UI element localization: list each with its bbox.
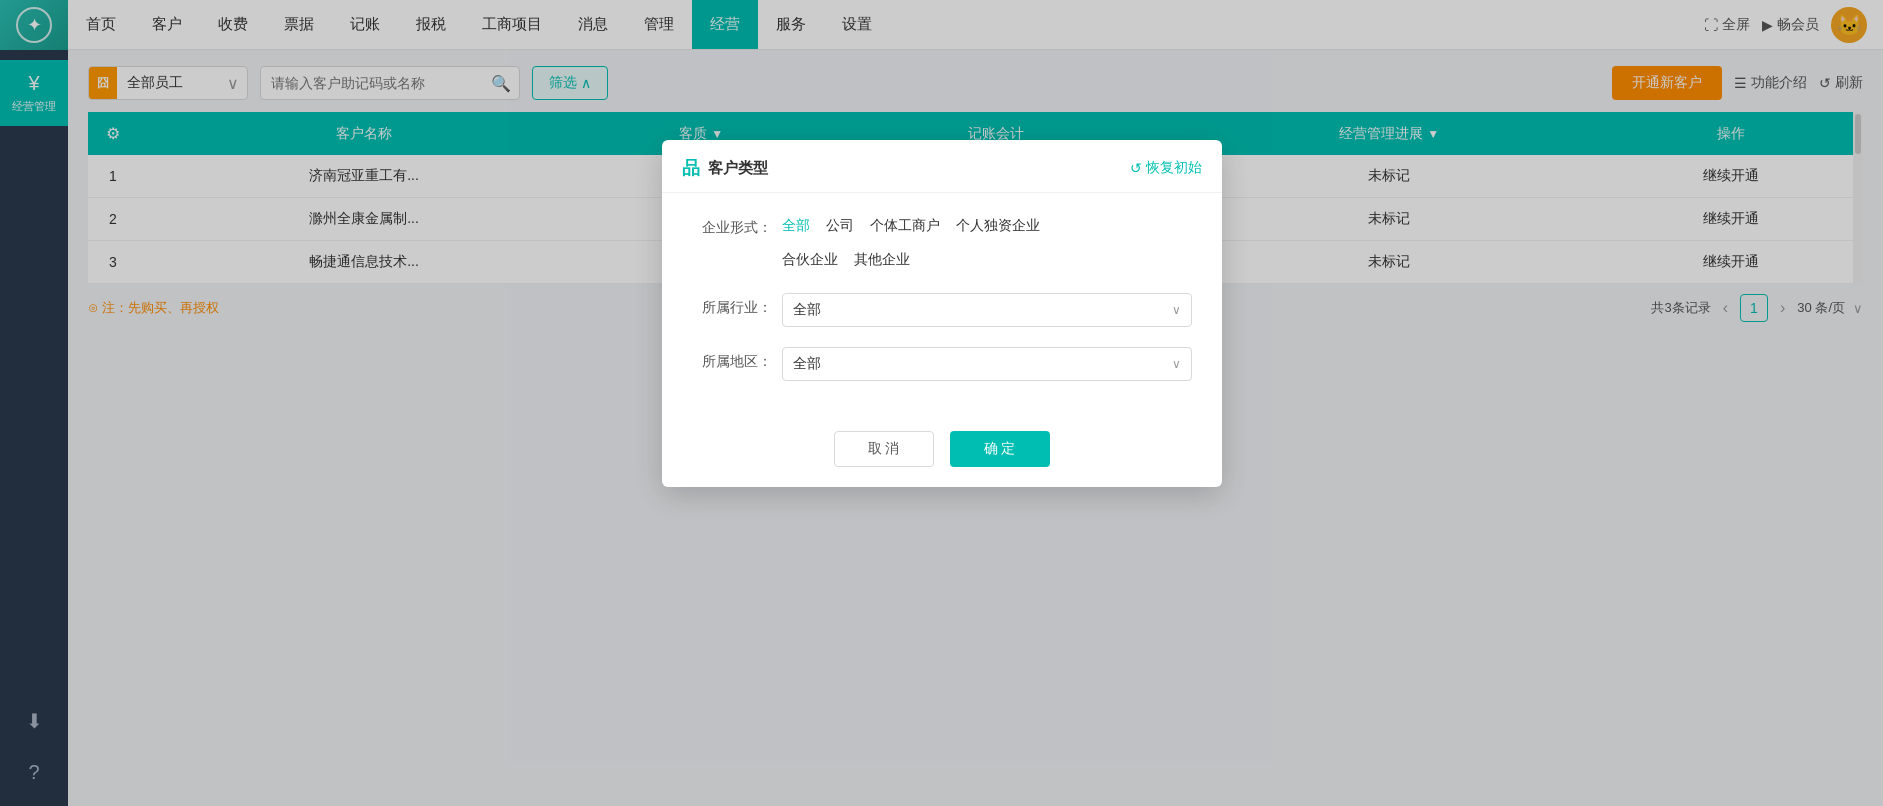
confirm-button[interactable]: 确 定: [950, 431, 1050, 467]
region-select[interactable]: 全部 ∨: [782, 347, 1192, 381]
enterprise-option-company[interactable]: 公司: [826, 213, 854, 239]
modal-body: 企业形式： 全部 公司 个体工商户 个人独资企业 合伙企业 其他企业 所: [662, 193, 1222, 421]
reset-label: 恢复初始: [1146, 159, 1202, 177]
region-select-arrow: ∨: [1172, 357, 1181, 371]
modal-header: 品 客户类型 ↺ 恢复初始: [662, 140, 1222, 193]
modal-title-text: 客户类型: [708, 159, 768, 178]
industry-form-value: 全部 ∨: [782, 293, 1192, 327]
enterprise-form-label: 企业形式：: [692, 213, 772, 237]
filter-modal-overlay: 品 客户类型 ↺ 恢复初始 企业形式： 全部 公司 个体工商户 个人独资企业: [0, 0, 1883, 806]
modal-footer: 取 消 确 定: [662, 421, 1222, 467]
filter-modal: 品 客户类型 ↺ 恢复初始 企业形式： 全部 公司 个体工商户 个人独资企业: [662, 140, 1222, 487]
enterprise-option-sole[interactable]: 个人独资企业: [956, 213, 1040, 239]
region-select-text: 全部: [793, 355, 1172, 373]
region-form-value: 全部 ∨: [782, 347, 1192, 381]
industry-form-label: 所属行业：: [692, 293, 772, 317]
reset-icon: ↺: [1130, 160, 1142, 176]
industry-select-arrow: ∨: [1172, 303, 1181, 317]
modal-title: 品 客户类型: [682, 156, 768, 180]
enterprise-radio-group2: 合伙企业 其他企业: [782, 247, 1192, 273]
enterprise-option-individual[interactable]: 个体工商户: [870, 213, 940, 239]
enterprise-radio-group: 全部 公司 个体工商户 个人独资企业: [782, 213, 1192, 239]
enterprise-option-other[interactable]: 其他企业: [854, 247, 910, 273]
region-form-label: 所属地区：: [692, 347, 772, 371]
industry-select[interactable]: 全部 ∨: [782, 293, 1192, 327]
enterprise-form-value: 全部 公司 个体工商户 个人独资企业 合伙企业 其他企业: [782, 213, 1192, 273]
industry-form-row: 所属行业： 全部 ∨: [692, 293, 1192, 327]
enterprise-option-all[interactable]: 全部: [782, 213, 810, 239]
enterprise-form-row: 企业形式： 全部 公司 个体工商户 个人独资企业 合伙企业 其他企业: [692, 213, 1192, 273]
enterprise-option-partner[interactable]: 合伙企业: [782, 247, 838, 273]
modal-reset-button[interactable]: ↺ 恢复初始: [1130, 159, 1202, 177]
modal-title-icon: 品: [682, 156, 700, 180]
region-form-row: 所属地区： 全部 ∨: [692, 347, 1192, 381]
industry-select-text: 全部: [793, 301, 1172, 319]
cancel-button[interactable]: 取 消: [834, 431, 934, 467]
